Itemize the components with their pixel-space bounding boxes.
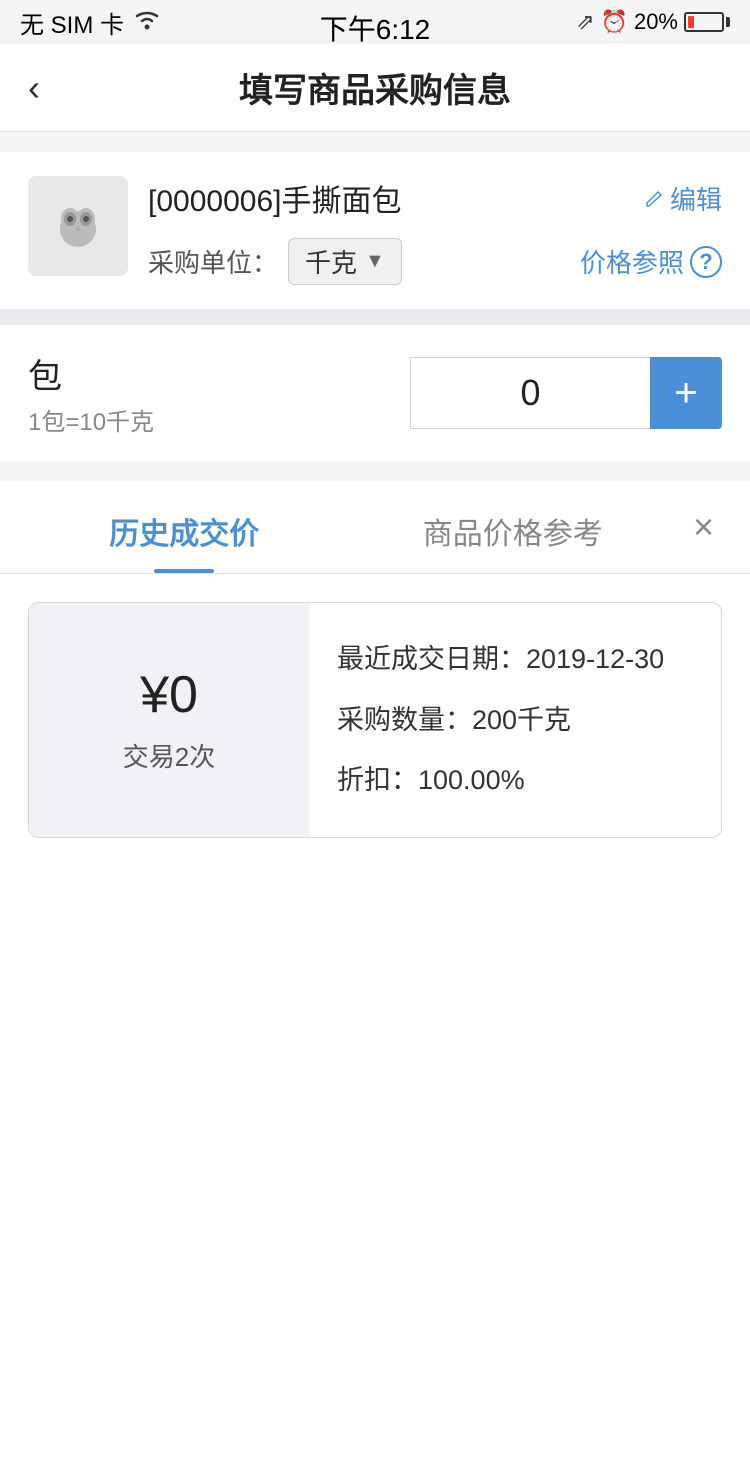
page-background — [0, 866, 750, 1466]
quantity-row: 包 1包=10千克 + — [0, 325, 750, 461]
unit-value: 千克 — [305, 243, 357, 280]
page-title: 填写商品采购信息 — [239, 63, 511, 112]
tabs-header: 历史成交价 商品价格参考 × — [0, 481, 750, 574]
price-card: ¥0 交易2次 最近成交日期：2019-12-30 采购数量：200千克 折扣：… — [28, 602, 722, 838]
edit-button[interactable]: 编辑 — [644, 180, 722, 217]
price-amount: ¥0 — [140, 665, 198, 725]
back-button[interactable]: ‹ — [28, 67, 40, 109]
status-bar: 无 SIM 卡 下午6:12 ⇗ ⏰ 20% — [0, 0, 750, 44]
wifi-icon — [132, 8, 162, 37]
edit-label: 编辑 — [670, 180, 722, 217]
product-image-placeholder — [48, 191, 108, 261]
quantity-plus-button[interactable]: + — [650, 357, 722, 429]
nav-bar: ‹ 填写商品采购信息 — [0, 44, 750, 132]
quantity-input[interactable] — [410, 357, 650, 429]
qty-label: 采购数量： — [337, 705, 472, 735]
tab-history-price[interactable]: 历史成交价 — [20, 481, 348, 573]
quantity-conversion: 1包=10千克 — [28, 402, 154, 437]
product-header: [0000006]手撕面包 编辑 — [148, 176, 722, 220]
purchase-row: 采购单位： 千克 ▼ 价格参照 ? — [148, 238, 722, 285]
price-ref-label: 价格参照 — [580, 243, 684, 280]
status-right: ⇗ ⏰ 20% — [576, 9, 730, 35]
price-card-right: 最近成交日期：2019-12-30 采购数量：200千克 折扣：100.00% — [309, 603, 721, 837]
qty-value: 200千克 — [472, 705, 571, 735]
dropdown-arrow-icon: ▼ — [365, 250, 385, 273]
purchase-unit-group: 采购单位： 千克 ▼ — [148, 238, 402, 285]
carrier-text: 无 SIM 卡 — [20, 5, 124, 40]
product-info: [0000006]手撕面包 编辑 采购单位： 千克 ▼ 价格参照 ? — [148, 176, 722, 285]
product-name: [0000006]手撕面包 — [148, 176, 401, 220]
date-value: 2019-12-30 — [526, 644, 664, 674]
tab-price-reference[interactable]: 商品价格参考 — [348, 481, 676, 573]
product-card: [0000006]手撕面包 编辑 采购单位： 千克 ▼ 价格参照 ? — [0, 152, 750, 309]
battery-icon — [684, 12, 730, 32]
alarm-icon: ⏰ — [601, 9, 628, 35]
price-transactions: 交易2次 — [123, 737, 215, 774]
price-ref-button[interactable]: 价格参照 ? — [580, 243, 722, 280]
quantity-label-block: 包 1包=10千克 — [28, 349, 154, 437]
price-detail-qty: 采购数量：200千克 — [337, 700, 693, 741]
product-thumbnail — [28, 176, 128, 276]
quantity-input-block: + — [410, 357, 722, 429]
tab-content: ¥0 交易2次 最近成交日期：2019-12-30 采购数量：200千克 折扣：… — [0, 574, 750, 866]
section-divider — [0, 309, 750, 325]
discount-label: 折扣： — [337, 765, 418, 795]
status-left: 无 SIM 卡 — [20, 5, 162, 40]
purchase-unit-label: 采购单位： — [148, 243, 278, 280]
date-label: 最近成交日期： — [337, 644, 526, 674]
tabs-panel: 历史成交价 商品价格参考 × ¥0 交易2次 最近成交日期：2019-12-30… — [0, 481, 750, 866]
discount-value: 100.00% — [418, 765, 525, 795]
status-time: 下午6:12 — [320, 8, 431, 48]
battery-pct-text: 20% — [634, 9, 678, 35]
location-icon: ⇗ — [576, 9, 594, 35]
price-detail-discount: 折扣：100.00% — [337, 760, 693, 801]
unit-selector[interactable]: 千克 ▼ — [288, 238, 402, 285]
help-icon: ? — [690, 246, 722, 278]
price-card-left: ¥0 交易2次 — [29, 603, 309, 837]
price-detail-date: 最近成交日期：2019-12-30 — [337, 639, 693, 680]
tab-close-button[interactable]: × — [677, 493, 730, 561]
quantity-unit-text: 包 — [28, 349, 154, 398]
